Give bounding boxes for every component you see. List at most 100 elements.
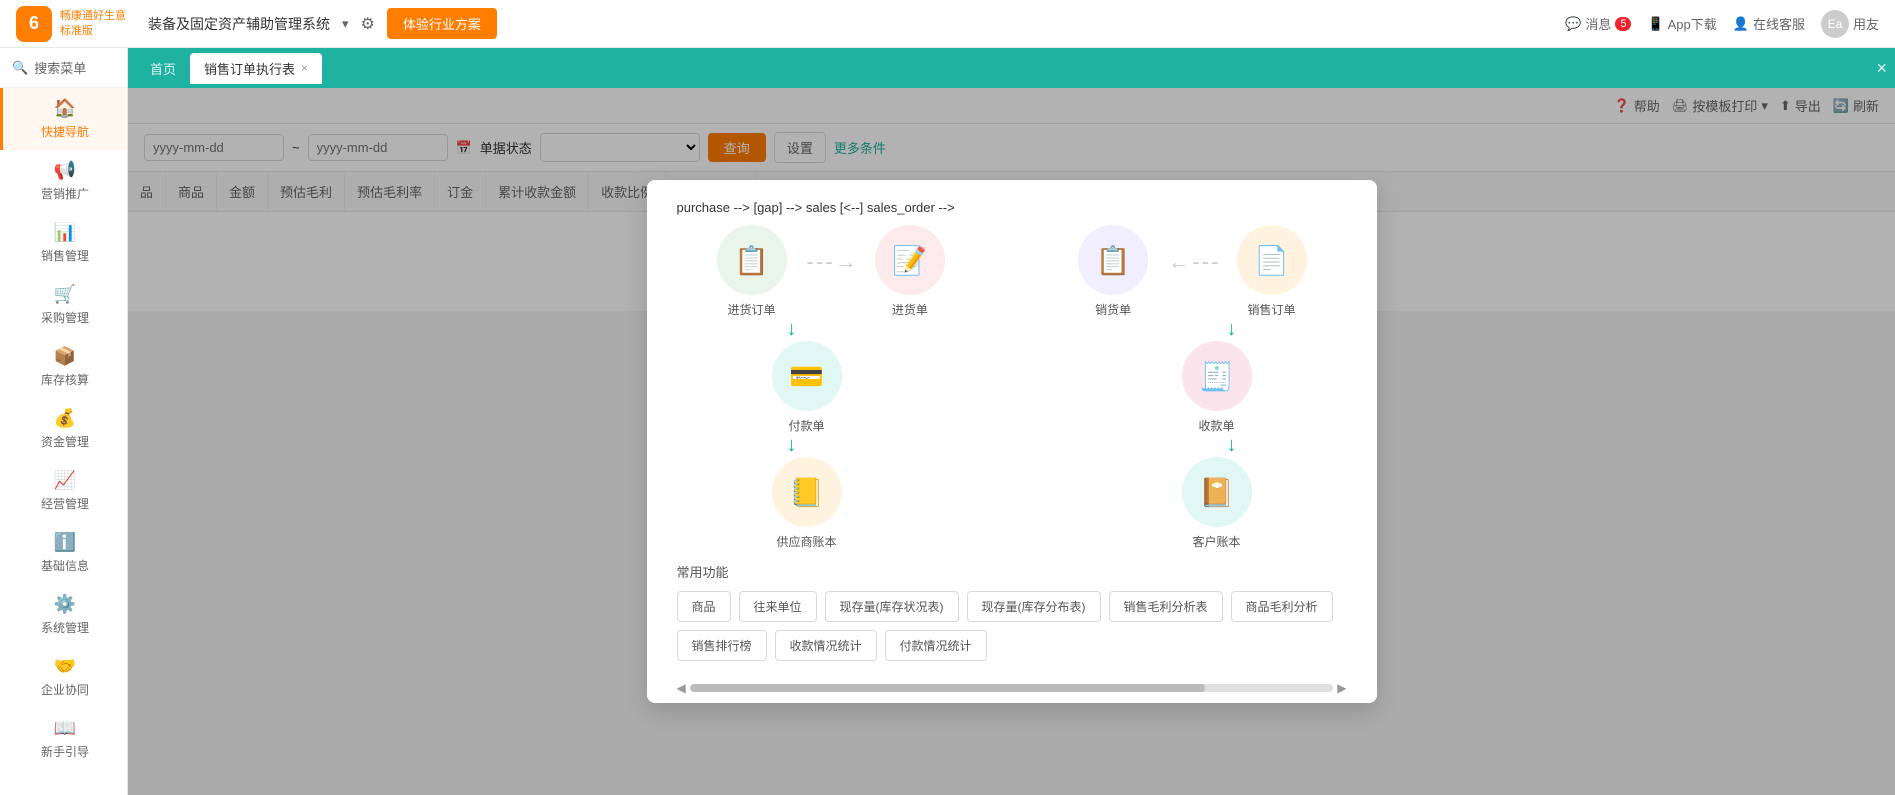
sidebar-item-cooperation[interactable]: 🤝 企业协同 (0, 646, 127, 708)
func-btn-sales-rank[interactable]: 销售排行榜 (677, 630, 767, 661)
logo-text: 畅康通好生意 标准版 (60, 9, 126, 38)
sidebar-item-label: 采购管理 (41, 309, 89, 326)
customer-ledger-circle: 📔 (1182, 457, 1252, 527)
sales-order-label: 销售订单 (1247, 301, 1295, 318)
page-content: ❓ 帮助 🖨 按模板打印 ▾ ⬆ 导出 🔄 刷新 (128, 88, 1895, 795)
arrow-down-sales: ↓ (1197, 318, 1267, 341)
flow-node-supplier-ledger[interactable]: 📒 供应商账本 (752, 457, 862, 550)
func-buttons-row1: 商品 往来单位 现存量(库存状况表) 现存量(库存分布表) 销售毛利分析表 商品… (677, 591, 1347, 622)
inventory-icon: 📦 (54, 346, 76, 367)
logo-icon: 6 (16, 6, 52, 42)
receipt-label: 收款单 (1198, 417, 1234, 434)
finance-icon: 💰 (54, 408, 76, 429)
func-btn-payment-stats[interactable]: 付款情况统计 (885, 630, 987, 661)
sidebar-item-inventory[interactable]: 📦 库存核算 (0, 336, 127, 398)
flow-node-sales-order[interactable]: 📄 销售订单 (1217, 225, 1327, 318)
sidebar-item-finance[interactable]: 💰 资金管理 (0, 398, 127, 460)
message-button[interactable]: 💬 消息 5 (1565, 14, 1631, 33)
top-bar-left: 6 畅康通好生意 标准版 装备及固定资产辅助管理系统 ▾ ⚙ 体验行业方案 (16, 6, 497, 42)
sales-icon: 📊 (54, 222, 76, 243)
service-icon: 👤 (1733, 16, 1749, 32)
scroll-left-icon[interactable]: ◀ (677, 681, 686, 695)
settings-gear-icon[interactable]: ⚙ (361, 14, 375, 34)
top-bar: 6 畅康通好生意 标准版 装备及固定资产辅助管理系统 ▾ ⚙ 体验行业方案 💬 … (0, 0, 1895, 48)
top-bar-right: 💬 消息 5 📱 App下载 👤 在线客服 Ea 用友 (1565, 10, 1879, 38)
supplier-ledger-circle: 📒 (772, 457, 842, 527)
sidebar-item-sales[interactable]: 📊 销售管理 (0, 212, 127, 274)
sales-circle: 📋 (1078, 225, 1148, 295)
app-download-button[interactable]: 📱 App下载 (1647, 14, 1716, 33)
message-badge: 5 (1615, 17, 1631, 31)
supplier-ledger-label: 供应商账本 (776, 533, 836, 550)
tab-bar: 首页 销售订单执行表 × × (128, 48, 1895, 88)
sidebar: 🔍 搜索菜单 🏠 快捷导航 📢 营销推广 📊 销售管理 🛒 采购管理 📦 (0, 48, 128, 795)
sidebar-item-label: 经营管理 (41, 495, 89, 512)
payment-circle: 💳 (772, 341, 842, 411)
online-service-button[interactable]: 👤 在线客服 (1733, 14, 1805, 33)
func-btn-receipt-stats[interactable]: 收款情况统计 (775, 630, 877, 661)
sidebar-item-label: 资金管理 (41, 433, 89, 450)
sidebar-item-label: 营销推广 (41, 185, 89, 202)
dropdown-icon[interactable]: ▾ (342, 16, 349, 32)
user-menu[interactable]: Ea 用友 (1821, 10, 1879, 38)
operations-icon: 📈 (54, 470, 76, 491)
purchase-order-circle: 📋 (717, 225, 787, 295)
system-title: 装备及固定资产辅助管理系统 (148, 14, 330, 34)
search-menu[interactable]: 🔍 搜索菜单 (0, 48, 127, 88)
func-btn-product[interactable]: 商品 (677, 591, 731, 622)
content-area: 首页 销售订单执行表 × × ❓ 帮助 🖨 按 (128, 48, 1895, 795)
func-btn-stock-dist[interactable]: 现存量(库存分布表) (967, 591, 1101, 622)
guide-icon: 📖 (54, 718, 76, 739)
sidebar-item-guide[interactable]: 📖 新手引导 (0, 708, 127, 770)
quick-nav-modal: purchase --> [gap] --> sales [<--] sales… (647, 180, 1377, 703)
purchase-label: 进货单 (892, 301, 928, 318)
tab-close-icon[interactable]: × (301, 61, 308, 75)
sidebar-item-system[interactable]: ⚙️ 系统管理 (0, 584, 127, 646)
home-icon: 🏠 (54, 98, 76, 119)
sales-order-circle: 📄 (1237, 225, 1307, 295)
system-icon: ⚙️ (54, 594, 76, 615)
cooperation-icon: 🤝 (54, 656, 76, 677)
close-all-tabs-icon[interactable]: × (1876, 58, 1887, 79)
receipt-circle: 🧾 (1182, 341, 1252, 411)
sidebar-item-basic-info[interactable]: ℹ️ 基础信息 (0, 522, 127, 584)
flow-node-payment[interactable]: 💳 付款单 (752, 341, 862, 434)
sidebar-item-label: 销售管理 (41, 247, 89, 264)
func-btn-partners[interactable]: 往来单位 (739, 591, 817, 622)
flow-node-receipt[interactable]: 🧾 收款单 (1162, 341, 1272, 434)
scroll-thumb (690, 684, 1205, 692)
sidebar-item-label: 系统管理 (41, 619, 89, 636)
flow-node-purchase-order[interactable]: 📋 进货订单 (697, 225, 807, 318)
info-icon: ℹ️ (54, 532, 76, 553)
purchase-circle: 📝 (875, 225, 945, 295)
tab-sales-order[interactable]: 销售订单执行表 × (190, 53, 322, 84)
scroll-right-icon[interactable]: ▶ (1337, 681, 1346, 695)
experience-button[interactable]: 体验行业方案 (387, 8, 497, 39)
sidebar-item-purchase[interactable]: 🛒 采购管理 (0, 274, 127, 336)
func-btn-stock-status[interactable]: 现存量(库存状况表) (825, 591, 959, 622)
flow-node-purchase[interactable]: 📝 进货单 (855, 225, 965, 318)
flow-node-sales[interactable]: 📋 销货单 (1058, 225, 1168, 318)
marketing-icon: 📢 (54, 160, 76, 181)
tab-home[interactable]: 首页 (136, 53, 190, 84)
modal-content: purchase --> [gap] --> sales [<--] sales… (647, 180, 1377, 703)
main-layout: 🔍 搜索菜单 🏠 快捷导航 📢 营销推广 📊 销售管理 🛒 采购管理 📦 (0, 48, 1895, 795)
purchase-icon: 🛒 (54, 284, 76, 305)
common-functions-title: 常用功能 (677, 562, 1347, 581)
sidebar-item-label: 基础信息 (41, 557, 89, 574)
modal-overlay[interactable]: purchase --> [gap] --> sales [<--] sales… (128, 88, 1895, 795)
logo-area: 6 畅康通好生意 标准版 (16, 6, 136, 42)
sidebar-item-operations[interactable]: 📈 经营管理 (0, 460, 127, 522)
scroll-track[interactable] (690, 684, 1334, 692)
func-btn-sales-margin[interactable]: 销售毛利分析表 (1109, 591, 1223, 622)
sidebar-item-marketing[interactable]: 📢 营销推广 (0, 150, 127, 212)
func-btn-product-margin[interactable]: 商品毛利分析 (1231, 591, 1333, 622)
message-icon: 💬 (1565, 16, 1581, 32)
sidebar-item-label: 库存核算 (41, 371, 89, 388)
user-avatar: Ea (1821, 10, 1849, 38)
download-icon: 📱 (1647, 16, 1663, 32)
sidebar-item-quick-nav[interactable]: 🏠 快捷导航 (0, 88, 127, 150)
arrow-down-payment: ↓ (757, 434, 827, 457)
sidebar-item-label: 企业协同 (41, 681, 89, 698)
flow-node-customer-ledger[interactable]: 📔 客户账本 (1162, 457, 1272, 550)
